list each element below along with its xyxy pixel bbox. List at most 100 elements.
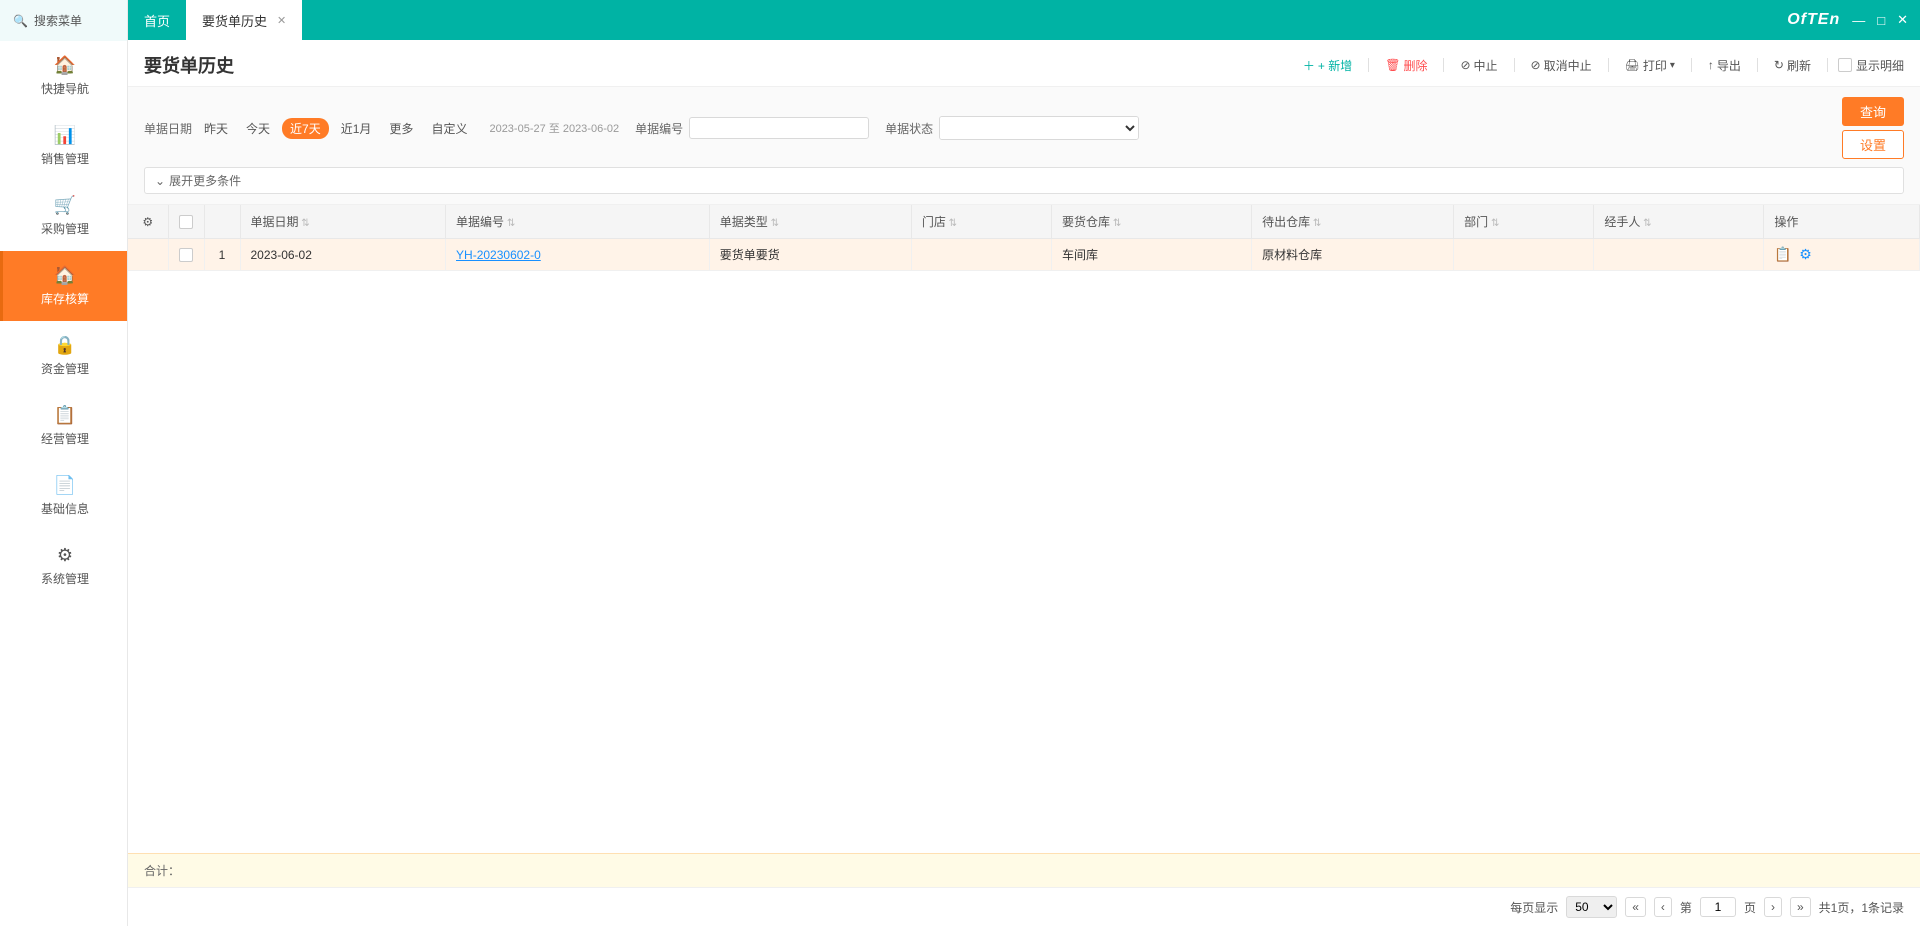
checkbox-show-detail[interactable] bbox=[1838, 58, 1852, 73]
toolbar: ＋ + 新增 🗑 删除 ⊘ 中止 ⊘ 取消中止 bbox=[1297, 53, 1904, 78]
content-area: 要货单历史 ＋ + 新增 🗑 删除 ⊘ 中止 ⊘ bbox=[128, 40, 1920, 926]
print-label: 打印 bbox=[1643, 57, 1667, 74]
td-department bbox=[1454, 239, 1594, 271]
table-footer: 合计： bbox=[128, 853, 1920, 887]
td-store bbox=[911, 239, 1051, 271]
sidebar-item-search-menu[interactable]: 🔍 搜索菜单 bbox=[0, 0, 127, 41]
date-btn-1month[interactable]: 近1月 bbox=[335, 118, 378, 139]
search-icon: 🔍 bbox=[13, 14, 28, 28]
op-view-button[interactable]: 📋 bbox=[1774, 246, 1791, 262]
window-close-icon[interactable]: ✕ bbox=[1897, 12, 1908, 28]
sidebar-label-quick-nav: 快捷导航 bbox=[41, 80, 89, 97]
sidebar-label-sales: 销售管理 bbox=[41, 150, 89, 167]
filter-bar: 单据日期 昨天 今天 近7天 近1月 更多 自定义 2023-05-27 至 2… bbox=[128, 87, 1920, 205]
th-settings[interactable]: ⚙ bbox=[128, 205, 168, 239]
status-filter-group: 单据状态 bbox=[885, 116, 1139, 140]
add-button[interactable]: ＋ + 新增 bbox=[1297, 53, 1358, 78]
expand-icon: ⌄ bbox=[155, 174, 165, 188]
th-req-warehouse[interactable]: 要货仓库 bbox=[1052, 205, 1252, 239]
date-filter-label: 单据日期 bbox=[144, 120, 192, 137]
date-btn-more[interactable]: 更多 bbox=[383, 118, 419, 139]
filter-actions: 查询 设置 bbox=[1842, 97, 1904, 159]
table-wrap: ⚙ 单据日期 单据编号 单据类型 门店 要货仓库 待出仓库 部门 经手人 操作 bbox=[128, 205, 1920, 853]
th-checkbox[interactable] bbox=[168, 205, 204, 239]
page-next-btn[interactable]: › bbox=[1764, 897, 1782, 917]
op-more-button[interactable]: ⚙ bbox=[1799, 246, 1812, 262]
td-req-warehouse: 车间库 bbox=[1052, 239, 1252, 271]
refresh-icon: ↻ bbox=[1774, 58, 1784, 72]
cart-icon: 🛒 bbox=[54, 195, 76, 216]
sidebar-item-inventory[interactable]: 🏠 库存核算 bbox=[0, 251, 127, 321]
tab-home[interactable]: 首页 bbox=[128, 0, 186, 40]
per-page-select[interactable]: 50 10 20 100 bbox=[1566, 896, 1617, 918]
th-store[interactable]: 门店 bbox=[911, 205, 1051, 239]
window-minimize-icon[interactable]: — bbox=[1852, 13, 1865, 28]
brand-label: OfTEn bbox=[1787, 11, 1840, 29]
tab-close-icon[interactable]: ✕ bbox=[277, 14, 286, 27]
th-pending-warehouse[interactable]: 待出仓库 bbox=[1252, 205, 1454, 239]
page-first-btn[interactable]: « bbox=[1625, 897, 1646, 917]
th-handler[interactable]: 经手人 bbox=[1594, 205, 1764, 239]
sidebar-item-ops[interactable]: 📋 经营管理 bbox=[0, 391, 127, 461]
export-button[interactable]: ↑ 导出 bbox=[1702, 53, 1747, 78]
lock-icon: 🔒 bbox=[54, 335, 76, 356]
sidebar-item-sales[interactable]: 📊 销售管理 bbox=[0, 111, 127, 181]
date-btn-yesterday[interactable]: 昨天 bbox=[198, 118, 234, 139]
suspend-icon: ⊘ bbox=[1460, 58, 1470, 72]
cancel-suspend-label: 取消中止 bbox=[1544, 57, 1592, 74]
date-filter-group: 单据日期 昨天 今天 近7天 近1月 更多 自定义 bbox=[144, 118, 473, 139]
total-label: 合计： bbox=[144, 864, 180, 878]
expand-more-conditions[interactable]: ⌄ 展开更多条件 bbox=[144, 167, 1904, 194]
status-select[interactable] bbox=[940, 117, 1138, 139]
setting-button[interactable]: 设置 bbox=[1842, 130, 1904, 159]
bill-no-input[interactable] bbox=[689, 117, 869, 139]
gear-icon: ⚙ bbox=[57, 545, 73, 566]
td-bill-no[interactable]: YH-20230602-0 bbox=[446, 239, 710, 271]
date-btn-custom[interactable]: 自定义 bbox=[425, 118, 473, 139]
date-btn-7days[interactable]: 近7天 bbox=[282, 118, 329, 139]
divider-1 bbox=[1368, 58, 1369, 72]
suspend-label: 中止 bbox=[1474, 57, 1498, 74]
sidebar-label-purchase: 采购管理 bbox=[41, 220, 89, 237]
query-button[interactable]: 查询 bbox=[1842, 97, 1904, 126]
divider-4 bbox=[1608, 58, 1609, 72]
th-bill-date[interactable]: 单据日期 bbox=[240, 205, 446, 239]
divider-2 bbox=[1443, 58, 1444, 72]
th-department[interactable]: 部门 bbox=[1454, 205, 1594, 239]
print-dropdown-icon: ▾ bbox=[1670, 60, 1675, 71]
cancel-suspend-icon: ⊘ bbox=[1531, 58, 1541, 72]
delete-label: 删除 bbox=[1403, 57, 1427, 74]
sidebar-item-basic-info[interactable]: 📄 基础信息 bbox=[0, 461, 127, 531]
th-bill-type[interactable]: 单据类型 bbox=[709, 205, 911, 239]
divider-7 bbox=[1827, 58, 1828, 72]
suspend-button[interactable]: ⊘ 中止 bbox=[1454, 53, 1503, 78]
th-num bbox=[204, 205, 240, 239]
sidebar-item-quick-nav[interactable]: 🏠 快捷导航 bbox=[0, 41, 127, 111]
th-operation: 操作 bbox=[1764, 205, 1920, 239]
cancel-suspend-button[interactable]: ⊘ 取消中止 bbox=[1525, 53, 1598, 78]
bill-no-label: 单据编号 bbox=[635, 120, 683, 137]
refresh-button[interactable]: ↻ 刷新 bbox=[1768, 53, 1817, 78]
data-table: ⚙ 单据日期 单据编号 单据类型 门店 要货仓库 待出仓库 部门 经手人 操作 bbox=[128, 205, 1920, 271]
sidebar-label-basic-info: 基础信息 bbox=[41, 500, 89, 517]
sidebar-item-finance[interactable]: 🔒 资金管理 bbox=[0, 321, 127, 391]
page-prev-btn[interactable]: ‹ bbox=[1654, 897, 1672, 917]
td-num: 1 bbox=[204, 239, 240, 271]
status-select-wrap bbox=[939, 116, 1139, 140]
divider-3 bbox=[1514, 58, 1515, 72]
print-button[interactable]: 🖨 打印 ▾ bbox=[1619, 53, 1681, 78]
sidebar-item-purchase[interactable]: 🛒 采购管理 bbox=[0, 181, 127, 251]
window-maximize-icon[interactable]: □ bbox=[1877, 13, 1885, 28]
th-bill-no[interactable]: 单据编号 bbox=[446, 205, 710, 239]
export-icon: ↑ bbox=[1708, 58, 1714, 72]
td-checkbox[interactable] bbox=[168, 239, 204, 271]
date-btn-today[interactable]: 今天 bbox=[240, 118, 276, 139]
delete-button[interactable]: 🗑 删除 bbox=[1379, 53, 1433, 78]
expand-row: ⌄ 展开更多条件 bbox=[144, 167, 1904, 194]
td-handler bbox=[1594, 239, 1764, 271]
show-detail-toggle[interactable]: 显示明细 bbox=[1838, 57, 1904, 74]
page-input[interactable] bbox=[1700, 897, 1736, 917]
tab-requisition-history[interactable]: 要货单历史 ✕ bbox=[186, 0, 302, 40]
page-last-btn[interactable]: » bbox=[1790, 897, 1811, 917]
sidebar-item-sys[interactable]: ⚙ 系统管理 bbox=[0, 531, 127, 601]
